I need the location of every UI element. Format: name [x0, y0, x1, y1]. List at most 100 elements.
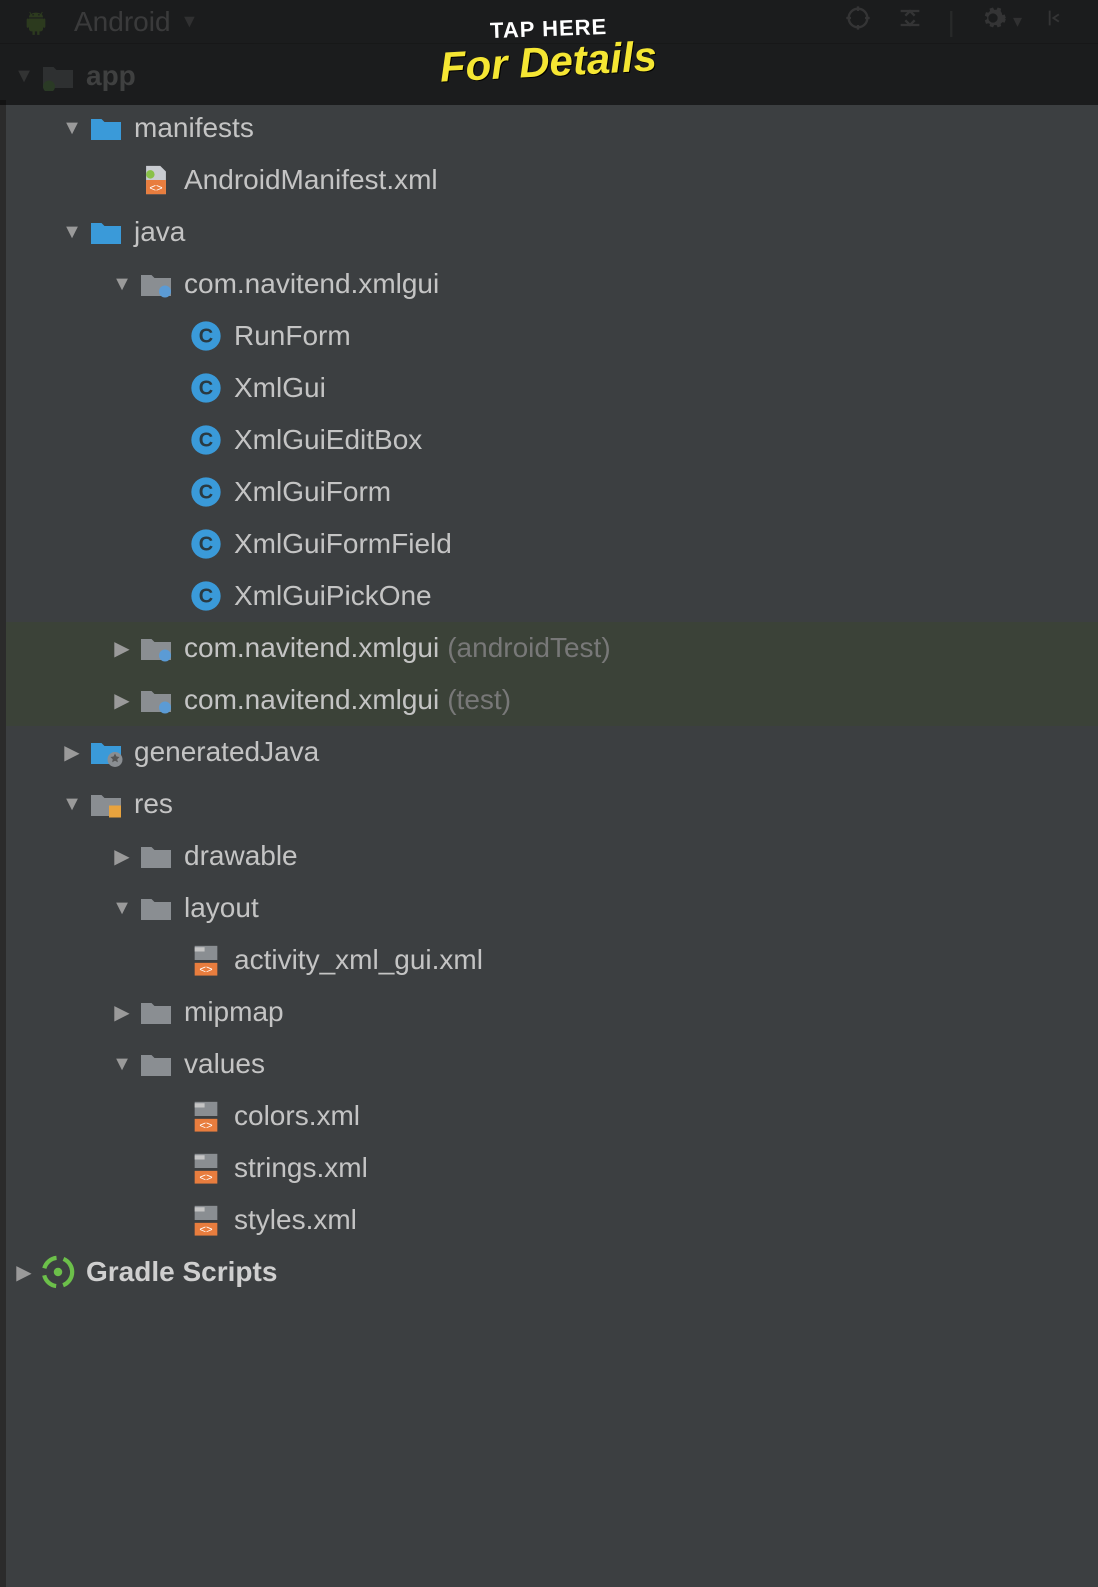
tree-label-suffix: (androidTest) — [447, 632, 610, 664]
chevron-right-icon: ▶ — [108, 844, 136, 869]
svg-text:<>: <> — [199, 1120, 213, 1132]
tree-label: generatedJava — [134, 736, 319, 768]
chevron-down-icon: ▼ — [58, 793, 86, 816]
tree-item-pkg-androidtest[interactable]: ▶ com.navitend.xmlgui (androidTest) — [0, 622, 1098, 674]
chevron-right-icon: ▶ — [10, 1260, 38, 1285]
tree-item-class-runform[interactable]: ▶ C RunForm — [0, 310, 1098, 362]
tree-item-class-xmlguiformfield[interactable]: ▶ C XmlGuiFormField — [0, 518, 1098, 570]
tree-label: app — [86, 60, 136, 92]
generated-folder-icon — [86, 734, 126, 770]
tree-label: styles.xml — [234, 1204, 357, 1236]
scrollbar[interactable] — [0, 100, 6, 1587]
class-icon: C — [186, 370, 226, 406]
svg-text:<>: <> — [199, 964, 213, 976]
tree-label: values — [184, 1048, 265, 1080]
svg-text:C: C — [199, 378, 213, 400]
svg-text:<>: <> — [149, 182, 163, 194]
svg-text:C: C — [199, 586, 213, 608]
tree-item-mipmap[interactable]: ▶ mipmap — [0, 986, 1098, 1038]
chevron-down-icon: ▼ — [108, 1053, 136, 1076]
dropdown-arrow-icon[interactable]: ▼ — [181, 11, 199, 32]
tree-item-values[interactable]: ▼ values — [0, 1038, 1098, 1090]
tree-item-res[interactable]: ▼ res — [0, 778, 1098, 830]
tree-item-layout[interactable]: ▼ layout — [0, 882, 1098, 934]
xml-layout-file-icon: <> — [186, 942, 226, 978]
tree-label-suffix: (test) — [447, 684, 511, 716]
tree-label: activity_xml_gui.xml — [234, 944, 483, 976]
tree-label: com.navitend.xmlgui — [184, 632, 439, 664]
svg-text:C: C — [199, 482, 213, 504]
hide-panel-icon[interactable] — [1046, 4, 1068, 39]
tree-label: com.navitend.xmlgui — [184, 268, 439, 300]
gear-icon[interactable] — [979, 4, 1007, 39]
tree-label: colors.xml — [234, 1100, 360, 1132]
tree-item-class-xmlguieditbox[interactable]: ▶ C XmlGuiEditBox — [0, 414, 1098, 466]
target-icon[interactable] — [844, 4, 872, 39]
tree-item-colors-xml[interactable]: ▶ <> colors.xml — [0, 1090, 1098, 1142]
chevron-right-icon: ▶ — [58, 740, 86, 765]
svg-text:C: C — [199, 326, 213, 348]
android-robot-icon — [16, 4, 56, 40]
class-icon: C — [186, 318, 226, 354]
tree-item-drawable[interactable]: ▶ drawable — [0, 830, 1098, 882]
tree-item-activity-xml[interactable]: ▶ <> activity_xml_gui.xml — [0, 934, 1098, 986]
tree-item-strings-xml[interactable]: ▶ <> strings.xml — [0, 1142, 1098, 1194]
chevron-down-icon: ▼ — [58, 221, 86, 244]
tree-item-class-xmlguiform[interactable]: ▶ C XmlGuiForm — [0, 466, 1098, 518]
tree-label: layout — [184, 892, 259, 924]
svg-text:C: C — [199, 430, 213, 452]
tree-item-pkg-test[interactable]: ▶ com.navitend.xmlgui (test) — [0, 674, 1098, 726]
tree-item-pkg-main[interactable]: ▼ com.navitend.xmlgui — [0, 258, 1098, 310]
folder-grey-icon — [136, 1046, 176, 1082]
package-icon — [136, 682, 176, 718]
class-icon: C — [186, 526, 226, 562]
tree-item-java[interactable]: ▼ java — [0, 206, 1098, 258]
folder-grey-icon — [136, 838, 176, 874]
folder-grey-icon — [136, 994, 176, 1030]
chevron-down-icon: ▼ — [108, 897, 136, 920]
tree-label: XmlGuiFormField — [234, 528, 452, 560]
tree-item-app[interactable]: ▼ app — [0, 50, 1098, 102]
project-tree: ▼ app ▼ manifests ▶ <> AndroidManifest.x… — [0, 44, 1098, 1298]
xml-file-icon: <> — [186, 1098, 226, 1134]
folder-icon — [86, 110, 126, 146]
tree-label: RunForm — [234, 320, 351, 352]
tree-item-styles-xml[interactable]: ▶ <> styles.xml — [0, 1194, 1098, 1246]
project-toolbar: Android ▼ | ▾ — [0, 0, 1098, 44]
chevron-right-icon: ▶ — [108, 688, 136, 713]
tree-label: drawable — [184, 840, 298, 872]
tree-item-manifests[interactable]: ▼ manifests — [0, 102, 1098, 154]
tree-item-class-xmlgui[interactable]: ▶ C XmlGui — [0, 362, 1098, 414]
tree-label: res — [134, 788, 173, 820]
resource-folder-icon — [86, 786, 126, 822]
module-folder-icon — [38, 58, 78, 94]
package-icon — [136, 266, 176, 302]
tree-label: strings.xml — [234, 1152, 368, 1184]
tree-label: java — [134, 216, 185, 248]
tree-label: XmlGuiEditBox — [234, 424, 422, 456]
tree-item-android-manifest[interactable]: ▶ <> AndroidManifest.xml — [0, 154, 1098, 206]
class-icon: C — [186, 474, 226, 510]
class-icon: C — [186, 578, 226, 614]
chevron-down-icon: ▼ — [10, 65, 38, 88]
tree-label: XmlGuiPickOne — [234, 580, 432, 612]
tree-label: XmlGuiForm — [234, 476, 391, 508]
gear-dropdown-icon[interactable]: ▾ — [1013, 11, 1022, 32]
folder-grey-icon — [136, 890, 176, 926]
tree-label: com.navitend.xmlgui — [184, 684, 439, 716]
view-selector-label[interactable]: Android — [74, 6, 171, 38]
tree-item-class-xmlguipickone[interactable]: ▶ C XmlGuiPickOne — [0, 570, 1098, 622]
collapse-icon[interactable] — [896, 4, 924, 39]
class-icon: C — [186, 422, 226, 458]
chevron-right-icon: ▶ — [108, 636, 136, 661]
package-icon — [136, 630, 176, 666]
gradle-icon — [38, 1254, 78, 1290]
chevron-down-icon: ▼ — [108, 273, 136, 296]
tree-item-gradle-scripts[interactable]: ▶ Gradle Scripts — [0, 1246, 1098, 1298]
xml-file-icon: <> — [186, 1150, 226, 1186]
tree-label: mipmap — [184, 996, 284, 1028]
svg-text:<>: <> — [199, 1224, 213, 1236]
manifest-file-icon: <> — [136, 162, 176, 198]
tree-label: Gradle Scripts — [86, 1256, 277, 1288]
tree-item-generatedjava[interactable]: ▶ generatedJava — [0, 726, 1098, 778]
